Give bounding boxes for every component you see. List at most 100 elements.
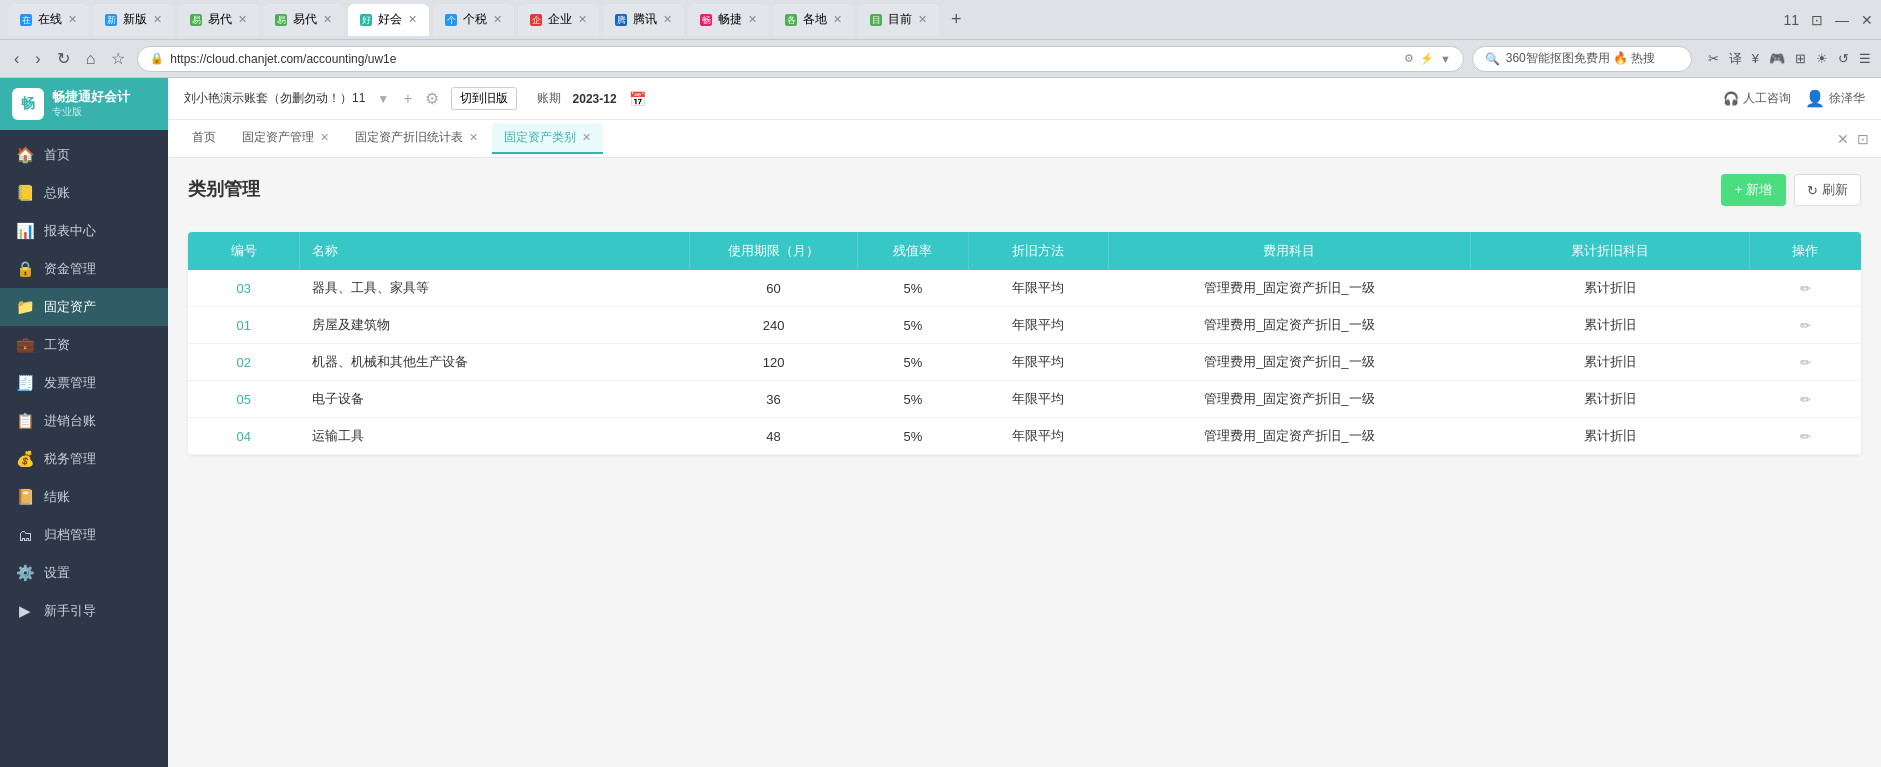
bookmark-button[interactable]: ☆ <box>107 47 129 70</box>
sidebar-item-tax[interactable]: 💰 税务管理 <box>0 440 168 478</box>
sidebar-item-close-account[interactable]: 📔 结账 <box>0 478 168 516</box>
tax-icon: 💰 <box>16 450 34 468</box>
sidebar-item-home[interactable]: 🏠 首页 <box>0 136 168 174</box>
edit-icon-1[interactable]: ✏ <box>1800 318 1811 333</box>
sidebar-item-payroll[interactable]: 💼 工资 <box>0 326 168 364</box>
browser-toolbar: ✂ 译 ¥ 🎮 ⊞ ☀ ↺ ☰ <box>1708 50 1871 68</box>
page-body: 类别管理 + 新增 ↻ 刷新 编号 名称 使用期限（月） 残值率 <box>168 158 1881 767</box>
browser-tab-new[interactable]: 新 新版 ✕ <box>93 4 174 36</box>
brightness-icon[interactable]: ☀ <box>1816 51 1828 66</box>
tab-fixed-asset-mgmt-close[interactable]: ✕ <box>320 131 329 144</box>
browser-tab-enterprise[interactable]: 企 企业 ✕ <box>518 4 599 36</box>
page-title: 类别管理 <box>188 177 260 201</box>
tab-expand-icon[interactable]: ⊡ <box>1857 131 1869 147</box>
home-button[interactable]: ⌂ <box>82 48 100 70</box>
toolbar: + 新增 ↻ 刷新 <box>1721 174 1861 206</box>
game-icon[interactable]: 🎮 <box>1769 51 1785 66</box>
cell-action-1: ✏ <box>1749 307 1861 344</box>
refresh-button[interactable]: ↻ 刷新 <box>1794 174 1861 206</box>
new-tab-button[interactable]: + <box>951 9 962 30</box>
dropdown-arrow-icon[interactable]: ▼ <box>377 92 389 106</box>
search-bar[interactable]: 🔍 360智能抠图免费用 🔥 热搜 <box>1472 46 1692 72</box>
edit-icon-3[interactable]: ✏ <box>1800 392 1811 407</box>
tab-asset-category-close[interactable]: ✕ <box>582 131 591 144</box>
edit-icon-4[interactable]: ✏ <box>1800 429 1811 444</box>
old-version-button[interactable]: 切到旧版 <box>451 87 517 110</box>
col-name: 名称 <box>300 232 690 270</box>
browser-close[interactable]: ✕ <box>1861 12 1873 28</box>
settings-gear-icon[interactable]: ⚙ <box>425 89 439 108</box>
add-account-icon[interactable]: + <box>403 90 412 108</box>
tab-home[interactable]: 首页 <box>180 123 228 154</box>
sidebar-item-settings[interactable]: ⚙️ 设置 <box>0 554 168 592</box>
consult-btn[interactable]: 🎧 人工咨询 <box>1723 90 1791 107</box>
yuan-icon[interactable]: ¥ <box>1752 51 1759 66</box>
browser-tab-online[interactable]: 在 在线 ✕ <box>8 4 89 36</box>
browser-tab-tencent[interactable]: 腾 腾讯 ✕ <box>603 4 684 36</box>
sidebar-label-ledger2: 进销台账 <box>44 412 96 430</box>
browser-tab-yid1[interactable]: 易 易代 ✕ <box>178 4 259 36</box>
sidebar-item-reports[interactable]: 📊 报表中心 <box>0 212 168 250</box>
sidebar-item-invoice[interactable]: 🧾 发票管理 <box>0 364 168 402</box>
sidebar-label-tax: 税务管理 <box>44 450 96 468</box>
col-action: 操作 <box>1749 232 1861 270</box>
reload-button[interactable]: ↻ <box>53 47 74 70</box>
sidebar-item-guide[interactable]: ▶ 新手引导 <box>0 592 168 630</box>
browser-tab-changjie[interactable]: 畅 畅捷 ✕ <box>688 4 769 36</box>
add-button[interactable]: + 新增 <box>1721 174 1786 206</box>
category-table: 编号 名称 使用期限（月） 残值率 折旧方法 费用科目 累计折旧科目 操作 03 <box>188 232 1861 455</box>
browser-minimize[interactable]: 11 <box>1783 12 1799 28</box>
payroll-icon: 💼 <box>16 336 34 354</box>
tab-close-icon[interactable]: ✕ <box>1837 131 1849 147</box>
funds-icon: 🔒 <box>16 260 34 278</box>
app-layout: 畅 畅捷通好会计 专业版 🏠 首页 📒 总账 📊 报表中心 🔒 资金管 <box>0 78 1881 767</box>
invoice-icon: 🧾 <box>16 374 34 392</box>
col-acc-subject: 累计折旧科目 <box>1471 232 1750 270</box>
user-info: 刘小艳演示账套（勿删勿动！）11 <box>184 90 365 107</box>
browser-tab-haokuai[interactable]: 好 好会 ✕ <box>348 4 429 36</box>
browser-tab-yid2[interactable]: 易 易代 ✕ <box>263 4 344 36</box>
browser-restore[interactable]: ⊡ <box>1811 12 1823 28</box>
undo-icon[interactable]: ↺ <box>1838 51 1849 66</box>
translate-icon[interactable]: 译 <box>1729 50 1742 68</box>
sidebar-item-ledger[interactable]: 📒 总账 <box>0 174 168 212</box>
tab-asset-category-label: 固定资产类别 <box>504 129 576 146</box>
tab-fixed-asset-mgmt-label: 固定资产管理 <box>242 129 314 146</box>
cell-code-4: 04 <box>188 418 300 455</box>
back-button[interactable]: ‹ <box>10 48 23 70</box>
cell-method-3: 年限平均 <box>969 381 1108 418</box>
sidebar-item-ledger2[interactable]: 📋 进销台账 <box>0 402 168 440</box>
sidebar-item-funds[interactable]: 🔒 资金管理 <box>0 250 168 288</box>
tab-fixed-asset-mgmt[interactable]: 固定资产管理 ✕ <box>230 123 341 154</box>
user-avatar-icon: 👤 <box>1805 89 1825 108</box>
cell-subject-4: 管理费用_固定资产折旧_一级 <box>1108 418 1470 455</box>
address-bar-dropdown-icon[interactable]: ▼ <box>1440 53 1451 65</box>
tab-depreciation-stats[interactable]: 固定资产折旧统计表 ✕ <box>343 123 490 154</box>
browser-tab-geshui[interactable]: 个 个税 ✕ <box>433 4 514 36</box>
address-bar[interactable]: 🔒 https://cloud.chanjet.com/accounting/u… <box>137 46 1463 72</box>
search-icon: 🔍 <box>1485 52 1500 66</box>
browser-maximize[interactable]: — <box>1835 12 1849 28</box>
browser-tab-gedi[interactable]: 各 各地 ✕ <box>773 4 854 36</box>
tab-depreciation-stats-close[interactable]: ✕ <box>469 131 478 144</box>
grid-icon[interactable]: ⊞ <box>1795 51 1806 66</box>
cell-name-2: 机器、机械和其他生产设备 <box>300 344 690 381</box>
cut-icon[interactable]: ✂ <box>1708 51 1719 66</box>
sidebar-item-archive[interactable]: 🗂 归档管理 <box>0 516 168 554</box>
menu-icon[interactable]: ☰ <box>1859 51 1871 66</box>
sidebar-label-ledger: 总账 <box>44 184 70 202</box>
sidebar-label-funds: 资金管理 <box>44 260 96 278</box>
sidebar-label-close-account: 结账 <box>44 488 70 506</box>
sidebar-label-reports: 报表中心 <box>44 222 96 240</box>
browser-tab-muqian[interactable]: 目 目前 ✕ <box>858 4 939 36</box>
sidebar-label-archive: 归档管理 <box>44 526 96 544</box>
edit-icon-2[interactable]: ✏ <box>1800 355 1811 370</box>
calendar-icon[interactable]: 📅 <box>629 91 646 107</box>
edit-icon-0[interactable]: ✏ <box>1800 281 1811 296</box>
cell-months-4: 48 <box>690 418 857 455</box>
forward-button[interactable]: › <box>31 48 44 70</box>
tab-asset-category[interactable]: 固定资产类别 ✕ <box>492 123 603 154</box>
cell-acc-3: 累计折旧 <box>1471 381 1750 418</box>
ledger-icon: 📒 <box>16 184 34 202</box>
sidebar-item-fixed-assets[interactable]: 📁 固定资产 <box>0 288 168 326</box>
